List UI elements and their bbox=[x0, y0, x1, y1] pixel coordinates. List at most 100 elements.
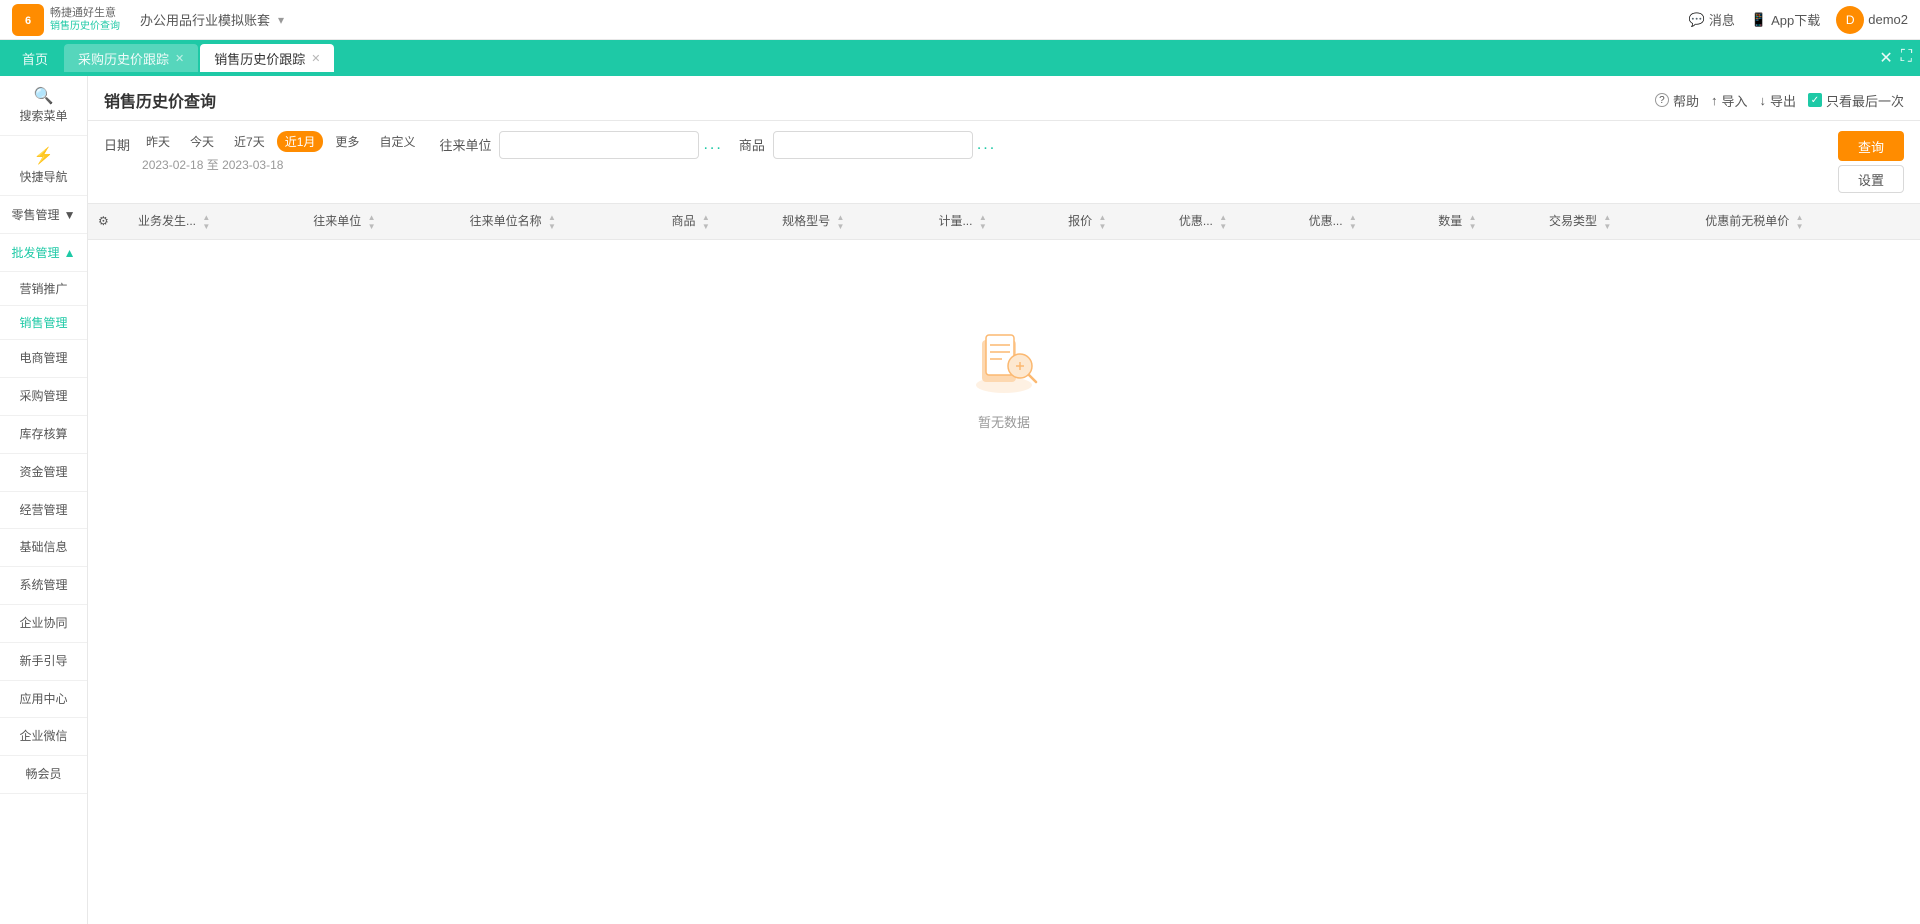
date-opt-more[interactable]: 更多 bbox=[327, 131, 367, 152]
sidebar-item-ops-mgmt-label: 经营管理 bbox=[19, 502, 67, 519]
source-unit-input-group: ... bbox=[499, 131, 722, 159]
col-qty[interactable]: 数量 ▲▼ bbox=[1428, 204, 1539, 239]
import-btn[interactable]: ↑ 导入 bbox=[1711, 91, 1748, 110]
col-partner-name[interactable]: 往来单位名称 ▲▼ bbox=[460, 204, 662, 239]
tab-home[interactable]: 首页 bbox=[8, 44, 62, 72]
sidebar-item-inventory[interactable]: 库存核算 bbox=[0, 416, 87, 454]
sidebar-item-app-center-label: 应用中心 bbox=[19, 691, 67, 708]
sidebar-item-basic-info[interactable]: 基础信息 bbox=[0, 529, 87, 567]
logo-icon: 6 bbox=[12, 4, 44, 36]
col-biz-date[interactable]: 业务发生... ▲▼ bbox=[128, 204, 303, 239]
sidebar-item-purchase-mgmt[interactable]: 采购管理 bbox=[0, 378, 87, 416]
data-table: ⚙ 业务发生... ▲▼ 往来单位 ▲▼ 往来单位名称 bbox=[88, 204, 1920, 240]
sidebar-item-retail-mgmt[interactable]: 零售管理 ▼ bbox=[0, 196, 87, 234]
sidebar-item-ecom-mgmt[interactable]: 电商管理 bbox=[0, 340, 87, 378]
tab-sales-history-close[interactable]: ✕ bbox=[311, 52, 320, 65]
gear-icon[interactable]: ⚙ bbox=[98, 214, 109, 228]
col-gear[interactable]: ⚙ bbox=[88, 204, 128, 239]
help-icon: ? bbox=[1655, 93, 1669, 107]
product-input[interactable] bbox=[773, 131, 973, 159]
tab-sales-history-label: 销售历史价跟踪 bbox=[214, 49, 305, 68]
search-btn[interactable]: 查询 bbox=[1838, 131, 1904, 161]
col-partner-label: 往来单位 bbox=[313, 214, 361, 228]
app-download-btn[interactable]: 📱 App下载 bbox=[1751, 10, 1820, 29]
sidebar-item-app-center[interactable]: 应用中心 bbox=[0, 681, 87, 719]
tab-purchase-history-close[interactable]: ✕ bbox=[175, 52, 184, 65]
page-actions: ? 帮助 ↑ 导入 ↓ 导出 ✓ 只看最后一次 bbox=[1655, 91, 1904, 110]
filter-dates: 昨天 今天 近7天 近1月 更多 自定义 2023-02-18 至 2023-0… bbox=[138, 131, 423, 173]
product-dots[interactable]: ... bbox=[977, 136, 996, 154]
col-trade-type[interactable]: 交易类型 ▲▼ bbox=[1539, 204, 1695, 239]
source-unit-input[interactable] bbox=[499, 131, 699, 159]
col-quote-label: 报价 bbox=[1068, 214, 1092, 228]
sidebar-item-quick-nav-label: 快捷导航 bbox=[19, 169, 67, 186]
sidebar-item-system-mgmt[interactable]: 系统管理 bbox=[0, 567, 87, 605]
sidebar-item-finance-mgmt[interactable]: 资金管理 bbox=[0, 454, 87, 492]
sidebar-item-wholesale-mgmt[interactable]: 批发管理 ▲ bbox=[0, 234, 87, 272]
sidebar-item-guide[interactable]: 新手引导 bbox=[0, 643, 87, 681]
sidebar-item-membership-label: 畅会员 bbox=[25, 766, 61, 783]
col-quote[interactable]: 报价 ▲▼ bbox=[1058, 204, 1169, 239]
logo-subtitle: 销售历史价查询 bbox=[50, 20, 120, 33]
sort-icons-pre-discount-price: ▲▼ bbox=[1796, 213, 1804, 231]
col-spec-label: 规格型号 bbox=[782, 214, 830, 228]
date-opt-yesterday[interactable]: 昨天 bbox=[138, 131, 178, 152]
sort-icons-discount2: ▲▼ bbox=[1349, 213, 1357, 231]
tab-sales-history[interactable]: 销售历史价跟踪 ✕ bbox=[200, 44, 334, 72]
product-filter-group: 商品 ... bbox=[739, 131, 996, 159]
close-all-tabs-btn[interactable]: ✕ bbox=[1879, 48, 1892, 68]
col-pre-discount-price-label: 优惠前无税单价 bbox=[1705, 214, 1789, 228]
source-unit-dots[interactable]: ... bbox=[703, 136, 722, 154]
sidebar-item-ops-mgmt[interactable]: 经营管理 bbox=[0, 492, 87, 530]
col-discount2[interactable]: 优惠... ▲▼ bbox=[1299, 204, 1429, 239]
logo-area: 6 畅捷通好生意 销售历史价查询 bbox=[12, 4, 120, 36]
user-btn[interactable]: D demo2 bbox=[1836, 6, 1908, 34]
import-icon: ↑ bbox=[1711, 93, 1718, 108]
date-opt-today[interactable]: 今天 bbox=[182, 131, 222, 152]
sort-icons-qty: ▲▼ bbox=[1469, 213, 1477, 231]
tab-purchase-history[interactable]: 采购历史价跟踪 ✕ bbox=[64, 44, 198, 72]
sidebar-item-membership[interactable]: 畅会员 bbox=[0, 756, 87, 794]
sidebar-item-marketing-label: 营销推广 bbox=[19, 282, 67, 296]
page-title: 销售历史价查询 bbox=[104, 88, 216, 112]
sidebar-item-enterprise-wechat[interactable]: 企业微信 bbox=[0, 718, 87, 756]
source-unit-label: 往来单位 bbox=[439, 131, 491, 154]
sort-icons-partner-name: ▲▼ bbox=[548, 213, 556, 231]
app-download-icon: 📱 bbox=[1751, 12, 1767, 28]
sort-icons-trade-type: ▲▼ bbox=[1603, 213, 1611, 231]
date-opt-last1month[interactable]: 近1月 bbox=[277, 131, 324, 152]
col-pre-discount-price[interactable]: 优惠前无税单价 ▲▼ bbox=[1695, 204, 1920, 239]
sort-icons-spec: ▲▼ bbox=[837, 213, 845, 231]
help-btn[interactable]: ? 帮助 bbox=[1655, 91, 1699, 110]
sidebar-item-quick-nav[interactable]: ⚡ 快捷导航 bbox=[0, 136, 87, 196]
only-last-checkbox[interactable]: ✓ 只看最后一次 bbox=[1808, 91, 1904, 110]
app-title-dropdown[interactable]: ▾ bbox=[278, 13, 284, 27]
col-unit[interactable]: 计量... ▲▼ bbox=[928, 204, 1058, 239]
logo-text: 畅捷通好生意 销售历史价查询 bbox=[50, 6, 120, 33]
main-layout: 🔍 搜索菜单 ⚡ 快捷导航 零售管理 ▼ 批发管理 ▲ 营销推广 销售管理 电商… bbox=[0, 76, 1920, 924]
export-btn[interactable]: ↓ 导出 bbox=[1759, 91, 1796, 110]
col-discount1[interactable]: 优惠... ▲▼ bbox=[1169, 204, 1299, 239]
table-header-row: ⚙ 业务发生... ▲▼ 往来单位 ▲▼ 往来单位名称 bbox=[88, 204, 1920, 239]
col-partner[interactable]: 往来单位 ▲▼ bbox=[303, 204, 459, 239]
message-btn[interactable]: 💬 消息 bbox=[1689, 10, 1735, 29]
date-opt-custom[interactable]: 自定义 bbox=[371, 131, 423, 152]
col-spec[interactable]: 规格型号 ▲▼ bbox=[772, 204, 928, 239]
col-biz-date-label: 业务发生... bbox=[138, 214, 196, 228]
sidebar-item-retail-mgmt-label: 零售管理 bbox=[12, 206, 60, 223]
sidebar-item-sales-mgmt[interactable]: 销售管理 bbox=[0, 306, 87, 340]
sidebar-item-basic-info-label: 基础信息 bbox=[19, 539, 67, 556]
sidebar-item-marketing[interactable]: 营销推广 bbox=[0, 272, 87, 306]
avatar: D bbox=[1836, 6, 1864, 34]
page-content: 销售历史价查询 ? 帮助 ↑ 导入 ↓ 导出 ✓ bbox=[88, 76, 1920, 924]
col-product-label: 商品 bbox=[671, 214, 695, 228]
fullscreen-btn[interactable]: ⛶ bbox=[1901, 48, 1912, 68]
sidebar-item-search-menu[interactable]: 🔍 搜索菜单 bbox=[0, 76, 87, 136]
sidebar-item-enterprise-collab-label: 企业协同 bbox=[19, 615, 67, 632]
sidebar-item-enterprise-collab[interactable]: 企业协同 bbox=[0, 605, 87, 643]
col-product[interactable]: 商品 ▲▼ bbox=[661, 204, 772, 239]
date-opt-last7days[interactable]: 近7天 bbox=[226, 131, 273, 152]
svg-text:6: 6 bbox=[25, 15, 31, 27]
settings-btn[interactable]: 设置 bbox=[1838, 165, 1904, 193]
export-icon: ↓ bbox=[1759, 93, 1766, 108]
